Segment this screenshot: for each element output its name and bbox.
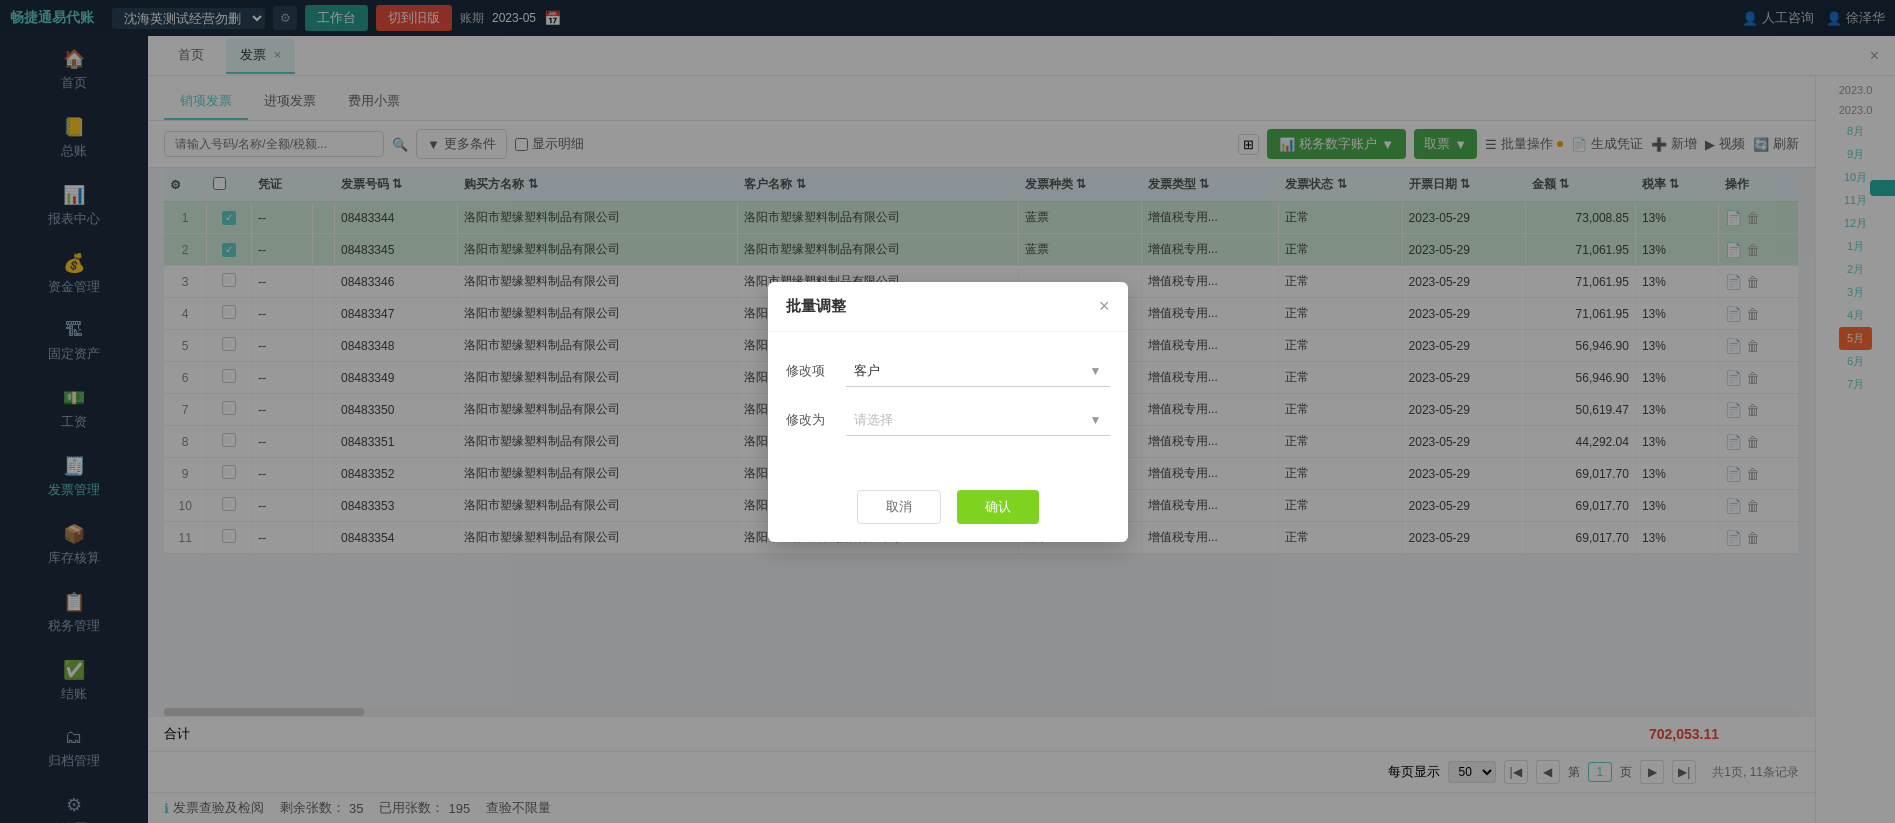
form-row-value: 修改为 请选择 ▼ [786,405,1110,436]
value-select[interactable]: 请选择 ▼ [846,405,1110,436]
modal-title: 批量调整 [786,297,846,316]
value-placeholder: 请选择 [854,411,893,429]
batch-adjust-modal: 批量调整 × 修改项 客户 ▼ 修改为 请选择 ▼ 取消 确认 [768,282,1128,542]
modal-footer: 取消 确认 [768,478,1128,542]
cancel-button[interactable]: 取消 [857,490,941,524]
form-row-field: 修改项 客户 ▼ [786,356,1110,387]
confirm-button[interactable]: 确认 [957,490,1039,524]
modal-header: 批量调整 × [768,282,1128,332]
modal-overlay: 批量调整 × 修改项 客户 ▼ 修改为 请选择 ▼ 取消 确认 [0,0,1895,823]
field-value: 客户 [854,362,880,380]
modal-close-button[interactable]: × [1099,296,1110,317]
field-dropdown-icon: ▼ [1090,364,1102,378]
value-dropdown-icon: ▼ [1090,413,1102,427]
value-label: 修改为 [786,411,846,429]
modal-body: 修改项 客户 ▼ 修改为 请选择 ▼ [768,332,1128,478]
field-select[interactable]: 客户 ▼ [846,356,1110,387]
field-label: 修改项 [786,362,846,380]
